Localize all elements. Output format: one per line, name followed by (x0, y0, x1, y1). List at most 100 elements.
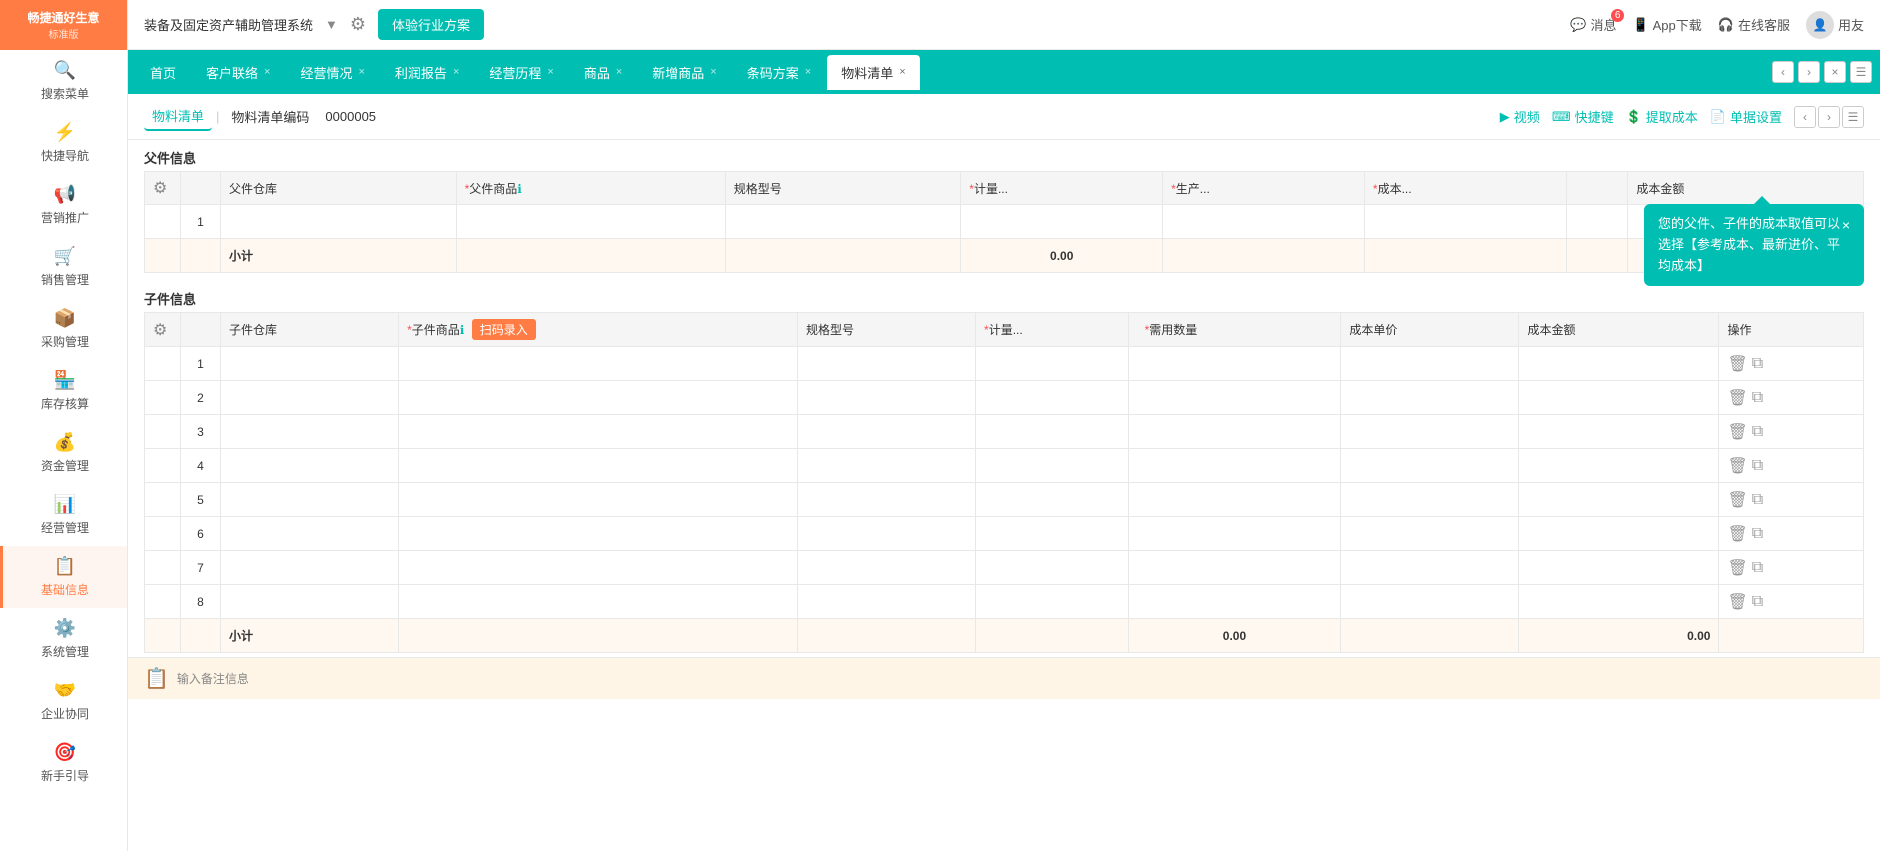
delete-icon[interactable]: 🗑 (1727, 456, 1747, 476)
sidebar-item-system[interactable]: ⚙️ 系统管理 (0, 608, 127, 670)
tab-add-goods[interactable]: 新增商品 × (638, 55, 730, 90)
child-col-qty: *需用数量 (1128, 313, 1341, 347)
extract-cost-button[interactable]: 💲 提取成本 (1626, 107, 1698, 126)
child-row2-spec[interactable] (797, 381, 975, 415)
tab-close-profit[interactable]: × (453, 66, 459, 78)
copy-icon[interactable]: ⧉ (1752, 389, 1763, 407)
delete-icon[interactable]: 🗑 (1727, 354, 1747, 374)
copy-icon[interactable]: ⧉ (1752, 525, 1763, 543)
sidebar-item-collab[interactable]: 🤝 企业协同 (0, 670, 127, 732)
copy-icon[interactable]: ⧉ (1752, 457, 1763, 475)
child-subtotal-cost: 0.00 (1519, 619, 1719, 653)
tab-prev-arrow[interactable]: ‹ (1772, 61, 1794, 83)
tab-customer[interactable]: 客户联络 × (192, 55, 284, 90)
child-row2-unit[interactable] (976, 381, 1129, 415)
trial-button[interactable]: 体验行业方案 (378, 9, 484, 40)
sidebar-item-nav[interactable]: ⚡ 快捷导航 (0, 112, 127, 174)
next-record[interactable]: › (1818, 106, 1840, 128)
dropdown-arrow-icon[interactable]: ▼ (325, 17, 338, 32)
copy-icon[interactable]: ⧉ (1752, 491, 1763, 509)
child-row2-unit-cost[interactable] (1341, 381, 1519, 415)
tab-next-arrow[interactable]: › (1798, 61, 1820, 83)
tab-bom[interactable]: 物料清单 × (827, 55, 919, 90)
user-avatar[interactable]: 👤 用友 (1806, 11, 1864, 39)
copy-icon[interactable]: ⧉ (1752, 593, 1763, 611)
delete-icon[interactable]: 🗑 (1727, 524, 1747, 544)
gear-icon[interactable]: ⚙ (153, 180, 167, 197)
child-row1-product[interactable] (399, 347, 798, 381)
tooltip-close-button[interactable]: × (1842, 214, 1850, 236)
parent-row-product[interactable] (456, 205, 725, 239)
tab-home[interactable]: 首页 (136, 55, 190, 90)
copy-icon[interactable]: ⧉ (1752, 423, 1763, 441)
child-row2-product[interactable] (399, 381, 798, 415)
sidebar-item-label: 营销推广 (41, 209, 89, 226)
table-row: 8 🗑⧉ (145, 585, 1864, 619)
parent-row-spec[interactable] (725, 205, 961, 239)
prev-record[interactable]: ‹ (1794, 106, 1816, 128)
tab-history[interactable]: 经营历程 × (475, 55, 567, 90)
delete-icon[interactable]: 🗑 (1727, 558, 1747, 578)
parent-row-cost[interactable] (1364, 205, 1566, 239)
sidebar-item-sales[interactable]: 🛒 销售管理 (0, 236, 127, 298)
gear-icon[interactable]: ⚙ (153, 322, 167, 339)
tab-close-add-goods[interactable]: × (710, 66, 716, 78)
scan-button[interactable]: 扫码录入 (472, 319, 536, 340)
tab-barcode[interactable]: 条码方案 × (733, 55, 825, 90)
parent-col-spec: 规格型号 (725, 172, 961, 205)
notes-placeholder[interactable]: 输入备注信息 (177, 670, 249, 687)
delete-icon[interactable]: 🗑 (1727, 490, 1747, 510)
child-col-action: 操作 (1719, 313, 1864, 347)
child-row2-warehouse[interactable] (221, 381, 399, 415)
tab-close-goods[interactable]: × (616, 66, 622, 78)
child-row2-qty[interactable] (1128, 381, 1341, 415)
single-settings-button[interactable]: 📄 单据设置 (1710, 107, 1782, 126)
child-row1-warehouse[interactable] (221, 347, 399, 381)
delete-icon[interactable]: 🗑 (1727, 388, 1747, 408)
sidebar-item-basic[interactable]: 📋 基础信息 (0, 546, 127, 608)
parent-subtotal-row: 小计 0.00 0.00 (145, 239, 1864, 273)
tab-close-history[interactable]: × (547, 66, 553, 78)
sidebar-item-label: 基础信息 (41, 581, 89, 598)
child-row1-spec[interactable] (797, 347, 975, 381)
tab-close-all[interactable]: × (1824, 61, 1846, 83)
tab-goods[interactable]: 商品 × (570, 55, 636, 90)
parent-row-warehouse[interactable] (221, 205, 457, 239)
lightning-icon: ⚡ (54, 122, 76, 143)
online-service-button[interactable]: 🎧 在线客服 (1718, 15, 1790, 34)
tab-close-operation[interactable]: × (358, 66, 364, 78)
purchase-icon: 📦 (54, 308, 76, 329)
sidebar-item-inventory[interactable]: 🏪 库存核算 (0, 360, 127, 422)
view-button[interactable]: ▶ 视频 (1500, 107, 1540, 126)
layout-icon[interactable]: ☰ (1842, 106, 1864, 128)
child-row1-qty[interactable] (1128, 347, 1341, 381)
tab-close-bom[interactable]: × (899, 66, 905, 78)
sidebar-item-operation[interactable]: 📊 经营管理 (0, 484, 127, 546)
delete-icon[interactable]: 🗑 (1727, 422, 1747, 442)
content-tab-bom[interactable]: 物料清单 (144, 102, 212, 131)
tab-profit[interactable]: 利润报告 × (381, 55, 473, 90)
sidebar-item-guide[interactable]: 🎯 新手引导 (0, 732, 127, 794)
settings-label: 单据设置 (1730, 107, 1782, 126)
sidebar-item-label: 快捷导航 (41, 147, 89, 164)
parent-row-produce[interactable] (1163, 205, 1365, 239)
sidebar-item-search[interactable]: 🔍 搜索菜单 (0, 50, 127, 112)
message-button[interactable]: 💬 消息 6 (1570, 15, 1616, 34)
gear-icon[interactable]: ⚙ (350, 14, 366, 35)
delete-icon[interactable]: 🗑 (1727, 592, 1747, 612)
tab-close-customer[interactable]: × (264, 66, 270, 78)
tab-menu-icon[interactable]: ☰ (1850, 61, 1872, 83)
app-download-button[interactable]: 📱 App下载 (1632, 15, 1701, 34)
sidebar-item-label: 新手引导 (41, 767, 89, 784)
sidebar-item-marketing[interactable]: 📢 营销推广 (0, 174, 127, 236)
tab-close-barcode[interactable]: × (805, 66, 811, 78)
child-row1-unit[interactable] (976, 347, 1129, 381)
child-row1-unit-cost[interactable] (1341, 347, 1519, 381)
copy-icon[interactable]: ⧉ (1752, 355, 1763, 373)
shortcut-button[interactable]: ⌨ 快捷键 (1552, 107, 1614, 126)
parent-row-unit[interactable] (961, 205, 1163, 239)
copy-icon[interactable]: ⧉ (1752, 559, 1763, 577)
sidebar-item-finance[interactable]: 💰 资金管理 (0, 422, 127, 484)
tab-operation[interactable]: 经营情况 × (286, 55, 378, 90)
sidebar-item-purchase[interactable]: 📦 采购管理 (0, 298, 127, 360)
